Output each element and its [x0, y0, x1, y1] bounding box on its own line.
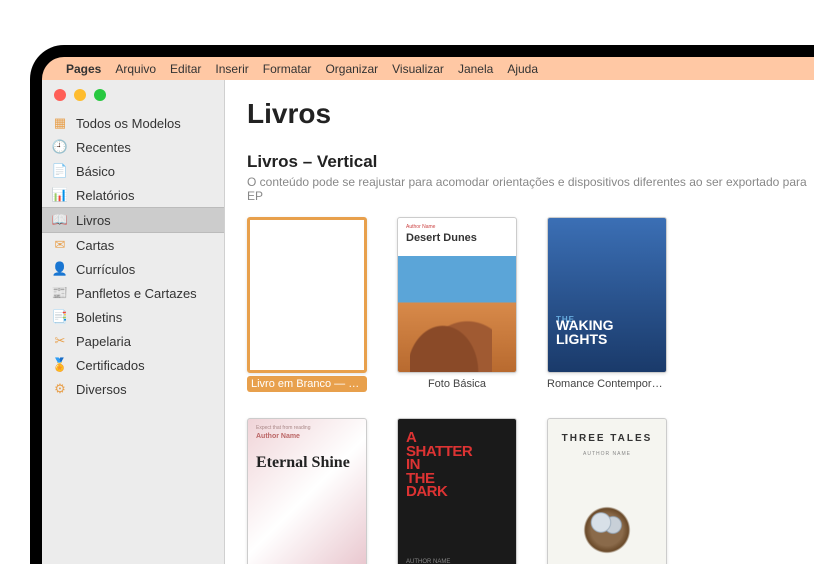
template-chooser-window: ▦ Todos os Modelos 🕘 Recentes 📄 Básico 📊 Relató…: [42, 80, 814, 564]
template-item[interactable]: Author Name Desert Dunes Foto Básica: [397, 217, 517, 392]
sidebar-item-boletins[interactable]: 📑 Boletins: [42, 305, 224, 329]
template-label: Livro em Branco — Vertical: [247, 376, 367, 392]
template-thumbnail: Expect that from reading Author Name Etern…: [247, 418, 367, 564]
device-frame: Pages Arquivo Editar Inserir Formatar Or…: [30, 45, 814, 564]
menu-arquivo[interactable]: Arquivo: [115, 62, 156, 76]
section-description: O conteúdo pode se reajustar para acomod…: [247, 175, 814, 203]
news-icon: 📑: [52, 309, 68, 325]
sidebar-item-label: Relatórios: [76, 188, 135, 203]
template-item[interactable]: THEWAKING LIGHTS Romance Contemporâneo: [547, 217, 667, 392]
menu-visualizar[interactable]: Visualizar: [392, 62, 444, 76]
sidebar-item-label: Recentes: [76, 140, 131, 155]
sidebar-item-label: Cartas: [76, 238, 114, 253]
flyer-icon: 📰: [52, 285, 68, 301]
cover-author: Author Name: [256, 433, 300, 440]
template-thumbnail: [247, 217, 367, 373]
minimize-window-button[interactable]: [74, 89, 86, 101]
sidebar-item-panfletos-e-cartazes[interactable]: 📰 Panfletos e Cartazes: [42, 281, 224, 305]
menu-janela[interactable]: Janela: [458, 62, 493, 76]
sidebar-item-label: Básico: [76, 164, 115, 179]
cover-author: Author Name: [406, 224, 435, 230]
book-icon: 📖: [52, 212, 68, 228]
menu-bar: Pages Arquivo Editar Inserir Formatar Or…: [42, 57, 814, 80]
sidebar-item-básico[interactable]: 📄 Básico: [42, 159, 224, 183]
sidebar-item-diversos[interactable]: ⚙ Diversos: [42, 377, 224, 401]
sidebar-item-todos-os-modelos[interactable]: ▦ Todos os Modelos: [42, 111, 224, 135]
sidebar-item-currículos[interactable]: 👤 Currículos: [42, 257, 224, 281]
person-icon: 👤: [52, 261, 68, 277]
template-label: Foto Básica: [397, 378, 517, 390]
doc-icon: 📄: [52, 163, 68, 179]
ribbon-icon: 🏅: [52, 357, 68, 373]
grid-icon: ▦: [52, 115, 68, 131]
cover-author: AUTHOR NAME: [548, 451, 666, 457]
menu-inserir[interactable]: Inserir: [215, 62, 248, 76]
window-controls: [42, 86, 224, 111]
menu-ajuda[interactable]: Ajuda: [507, 62, 538, 76]
sidebar-item-certificados[interactable]: 🏅 Certificados: [42, 353, 224, 377]
sidebar-item-label: Boletins: [76, 310, 122, 325]
sidebar-item-label: Currículos: [76, 262, 135, 277]
cover-title: WAKING LIGHTS: [556, 318, 666, 346]
template-grid: Livro em Branco — Vertical Author Name Des…: [247, 217, 814, 564]
section-title: Livros – Vertical: [247, 152, 814, 172]
cover-photo: [398, 256, 516, 372]
cover-title: THREE TALES: [548, 433, 666, 444]
sidebar-item-label: Livros: [76, 213, 111, 228]
template-item[interactable]: Livro em Branco — Vertical: [247, 217, 367, 392]
sidebar-item-label: Diversos: [76, 382, 127, 397]
menu-organizar[interactable]: Organizar: [325, 62, 378, 76]
template-thumbnail: THREE TALES AUTHOR NAME: [547, 418, 667, 564]
sidebar-item-relatórios[interactable]: 📊 Relatórios: [42, 183, 224, 207]
sidebar-item-papelaria[interactable]: ✂ Papelaria: [42, 329, 224, 353]
template-item[interactable]: Expect that from reading Author Name Etern…: [247, 418, 367, 564]
menu-editar[interactable]: Editar: [170, 62, 201, 76]
app-menu[interactable]: Pages: [66, 62, 101, 76]
template-thumbnail: THEWAKING LIGHTS: [547, 217, 667, 373]
page-title: Livros: [247, 98, 814, 130]
sidebar-item-label: Certificados: [76, 358, 145, 373]
template-item[interactable]: ASHATTERINTHEDARKAUTHOR NAMERomance Tens…: [397, 418, 517, 564]
cover-tag: Expect that from reading: [256, 425, 310, 431]
sidebar-item-label: Papelaria: [76, 334, 131, 349]
cover-image: [577, 505, 637, 555]
sidebar-item-cartas[interactable]: ✉ Cartas: [42, 233, 224, 257]
menu-formatar[interactable]: Formatar: [263, 62, 312, 76]
cover-author: AUTHOR NAME: [406, 559, 450, 564]
sidebar-item-recentes[interactable]: 🕘 Recentes: [42, 135, 224, 159]
sidebar-item-label: Panfletos e Cartazes: [76, 286, 197, 301]
cover-title: Desert Dunes: [406, 232, 477, 244]
envelope-icon: ✉: [52, 237, 68, 253]
clock-icon: 🕘: [52, 139, 68, 155]
template-label: Romance Contemporâneo: [547, 378, 667, 390]
template-item[interactable]: THREE TALESAUTHOR NAMERomance Simples: [547, 418, 667, 564]
stationery-icon: ✂: [52, 333, 68, 349]
chart-icon: 📊: [52, 187, 68, 203]
sidebar: ▦ Todos os Modelos 🕘 Recentes 📄 Básico 📊 Relató…: [42, 80, 225, 564]
sidebar-item-livros[interactable]: 📖 Livros: [42, 207, 224, 233]
template-thumbnail: ASHATTERINTHEDARK AUTHOR NAME: [397, 418, 517, 564]
main-content: Livros Livros – Vertical O conteúdo pode…: [225, 80, 814, 564]
cover-title: Eternal Shine: [256, 455, 356, 471]
zoom-window-button[interactable]: [94, 89, 106, 101]
gear-icon: ⚙: [52, 381, 68, 397]
sidebar-item-label: Todos os Modelos: [76, 116, 181, 131]
close-window-button[interactable]: [54, 89, 66, 101]
cover-title: ASHATTERINTHEDARK: [406, 431, 472, 499]
template-thumbnail: Author Name Desert Dunes: [397, 217, 517, 373]
